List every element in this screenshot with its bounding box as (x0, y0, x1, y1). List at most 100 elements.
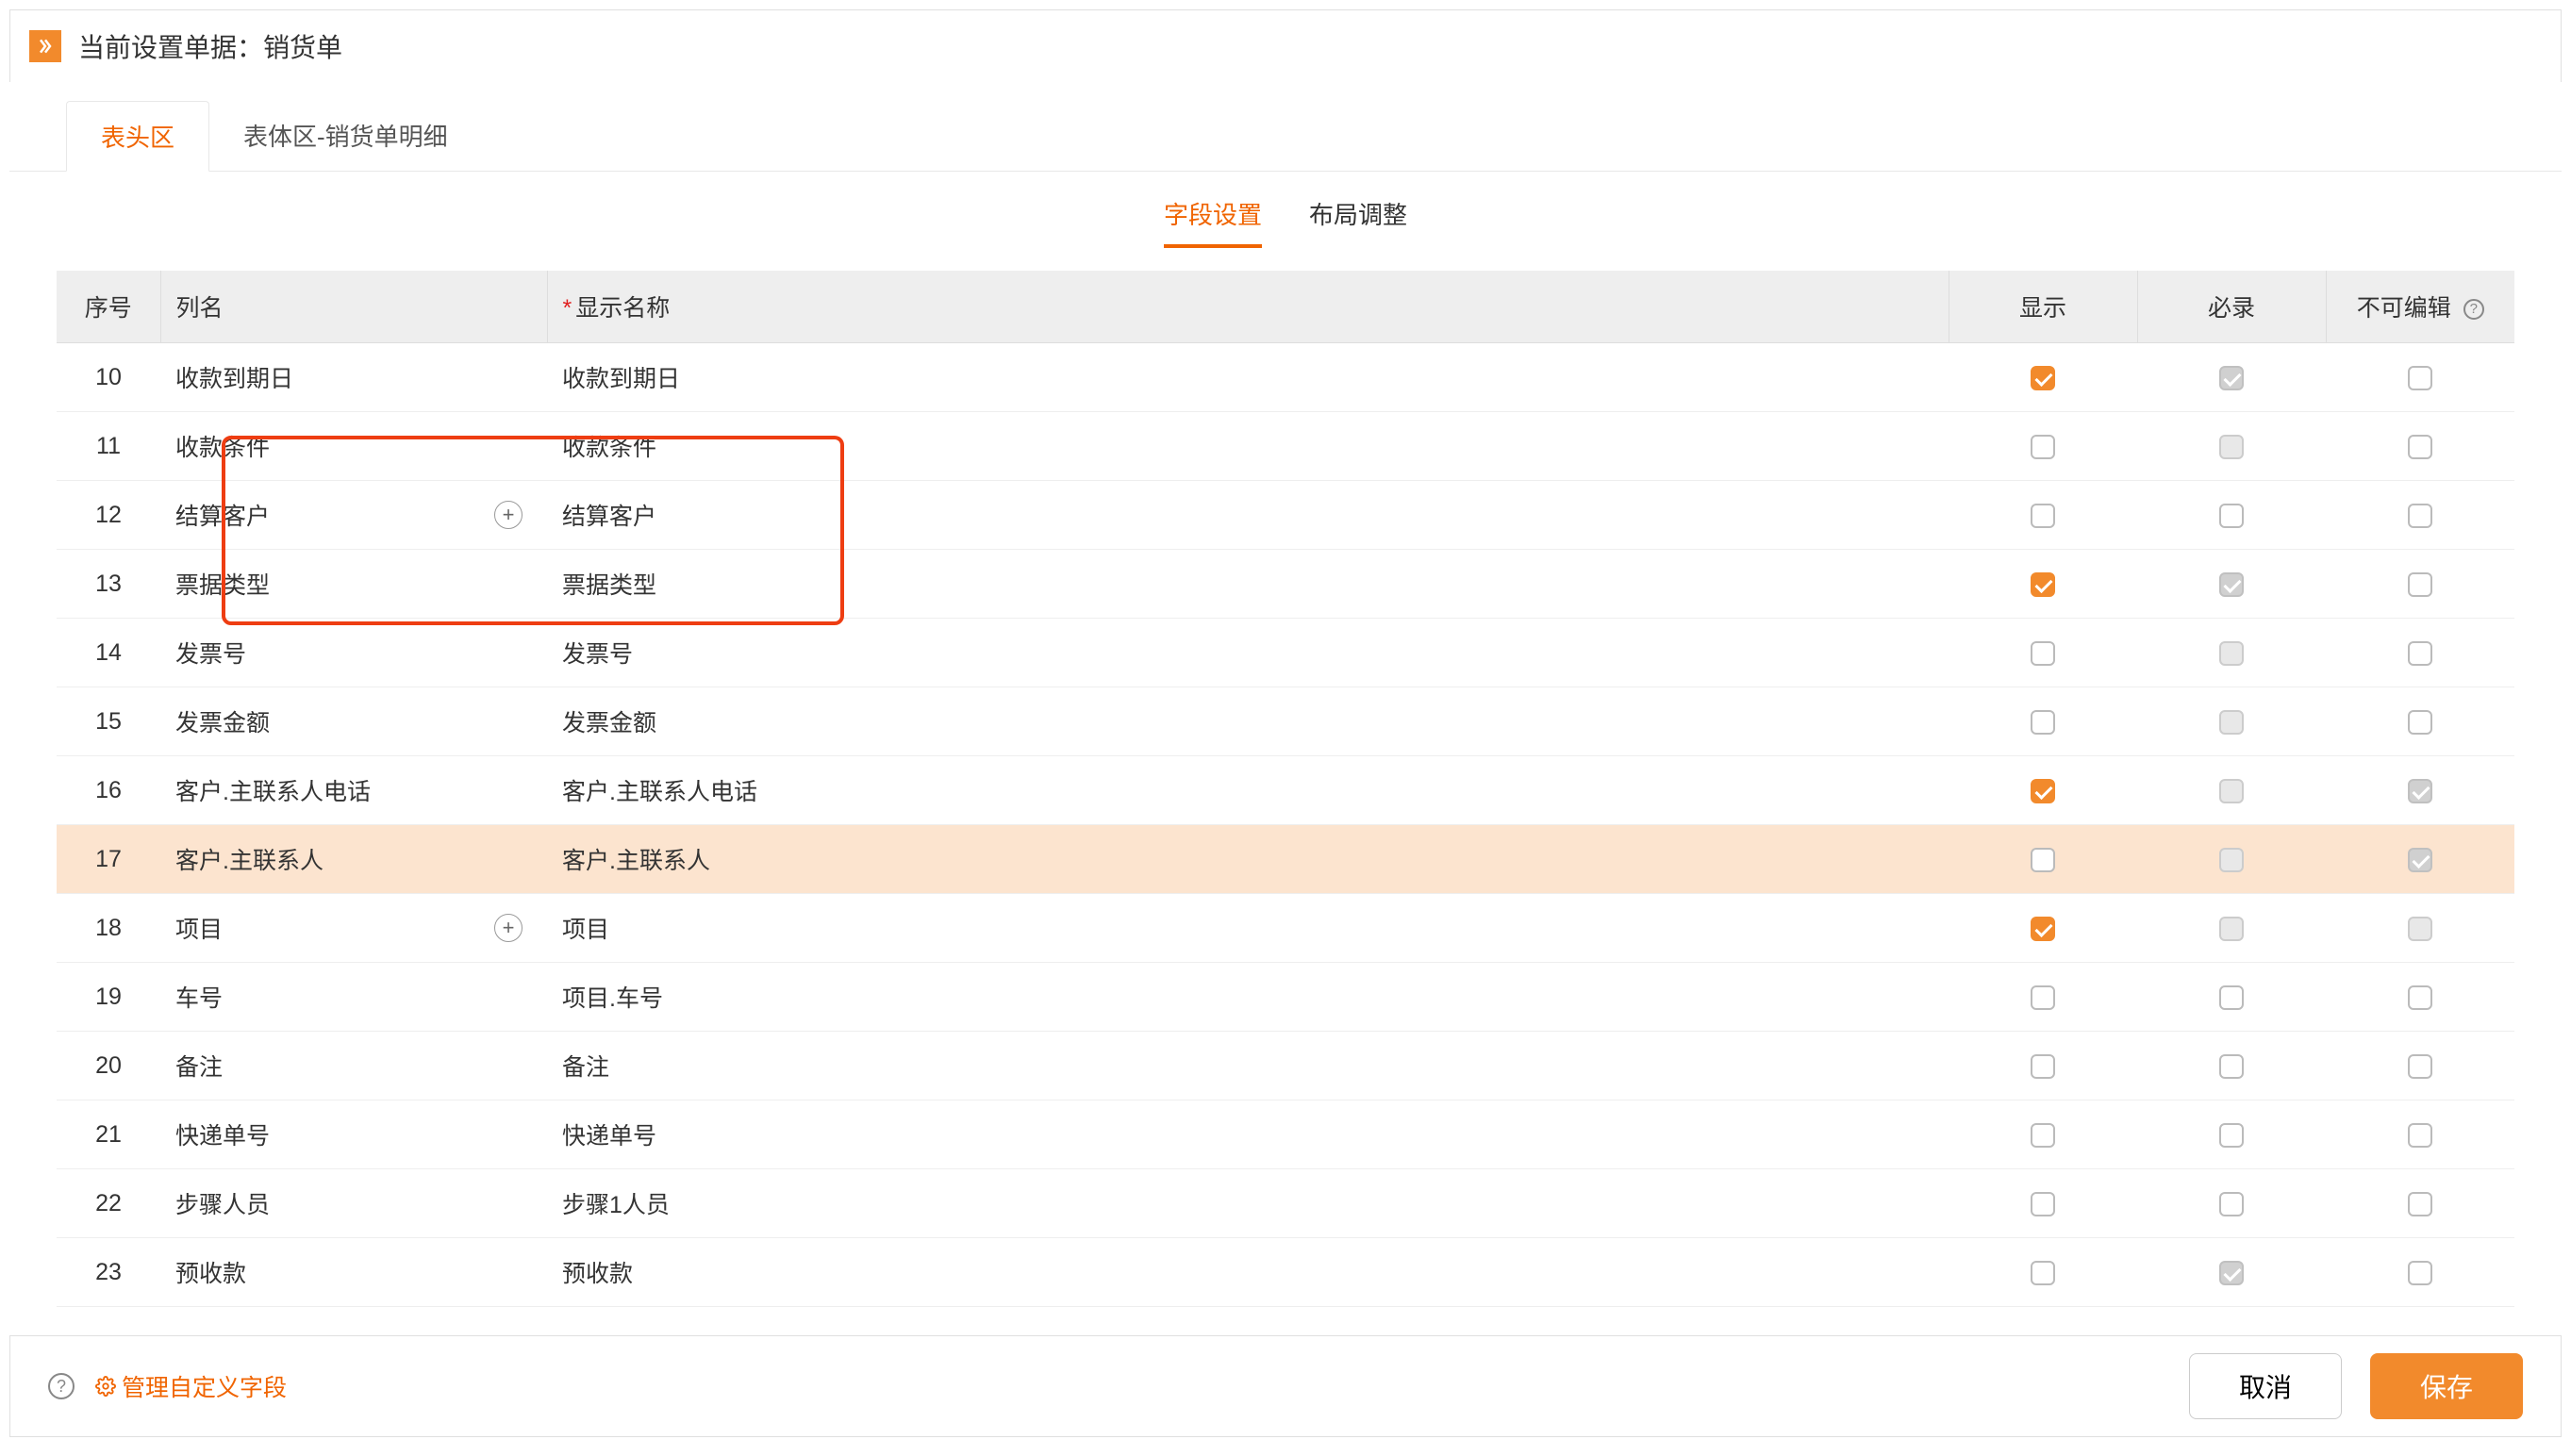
cell-seq: 16 (57, 756, 160, 825)
cell-readonly (2326, 963, 2514, 1032)
plus-icon[interactable]: + (494, 914, 522, 942)
table-row: 21快递单号快递单号 (57, 1100, 2514, 1169)
cell-seq: 14 (57, 619, 160, 687)
checkbox-show[interactable] (2031, 366, 2055, 390)
cell-show (1949, 963, 2137, 1032)
save-button[interactable]: 保存 (2370, 1353, 2523, 1419)
tab-secondary-0[interactable]: 字段设置 (1164, 196, 1262, 248)
checkbox-required[interactable] (2219, 504, 2244, 528)
cell-seq: 20 (57, 1032, 160, 1100)
checkbox-show[interactable] (2031, 985, 2055, 1010)
chevron-right-icon[interactable] (29, 30, 61, 62)
checkbox-readonly[interactable] (2408, 985, 2432, 1010)
cell-show (1949, 619, 2137, 687)
table-row: 18项目+项目 (57, 894, 2514, 963)
checkbox-required[interactable] (2219, 985, 2244, 1010)
table-row: 16客户.主联系人电话客户.主联系人电话 (57, 756, 2514, 825)
cell-readonly (2326, 481, 2514, 550)
cell-display-name[interactable]: 步骤1人员 (547, 1169, 1949, 1238)
cell-show (1949, 1100, 2137, 1169)
checkbox-show[interactable] (2031, 1261, 2055, 1285)
cell-name: 发票金额 (160, 687, 547, 756)
checkbox-readonly[interactable] (2408, 572, 2432, 597)
tab-secondary-1[interactable]: 布局调整 (1309, 196, 1407, 248)
cell-show (1949, 481, 2137, 550)
cell-display-name[interactable]: 收款到期日 (547, 343, 1949, 412)
checkbox-readonly[interactable] (2408, 1192, 2432, 1216)
cell-seq: 15 (57, 687, 160, 756)
checkbox-show[interactable] (2031, 504, 2055, 528)
row-name-label: 收款到期日 (175, 360, 293, 394)
checkbox-show[interactable] (2031, 779, 2055, 803)
cell-readonly (2326, 1100, 2514, 1169)
cell-display-name[interactable]: 客户.主联系人 (547, 825, 1949, 894)
checkbox-readonly[interactable] (2408, 710, 2432, 735)
tab-primary-1[interactable]: 表体区-销货单明细 (209, 101, 482, 171)
cell-name: 收款条件 (160, 412, 547, 481)
cell-show (1949, 1169, 2137, 1238)
cell-display-name[interactable]: 结算客户 (547, 481, 1949, 550)
checkbox-show[interactable] (2031, 917, 2055, 941)
cancel-button[interactable]: 取消 (2189, 1353, 2342, 1419)
table-row: 13票据类型票据类型 (57, 550, 2514, 619)
checkbox-show[interactable] (2031, 1192, 2055, 1216)
plus-icon[interactable]: + (494, 501, 522, 529)
checkbox-show[interactable] (2031, 1123, 2055, 1148)
cell-show (1949, 343, 2137, 412)
checkbox-readonly[interactable] (2408, 366, 2432, 390)
checkbox-show[interactable] (2031, 641, 2055, 666)
cell-show (1949, 1032, 2137, 1100)
th-seq: 序号 (57, 271, 160, 343)
checkbox-show[interactable] (2031, 848, 2055, 872)
cell-display-name[interactable]: 发票金额 (547, 687, 1949, 756)
tab-primary-0[interactable]: 表头区 (66, 101, 209, 172)
table-row: 11收款条件收款条件 (57, 412, 2514, 481)
checkbox-required[interactable] (2219, 1192, 2244, 1216)
checkbox-readonly[interactable] (2408, 504, 2432, 528)
checkbox-required[interactable] (2219, 1054, 2244, 1079)
checkbox-required[interactable] (2219, 1123, 2244, 1148)
cell-display-name[interactable]: 票据类型 (547, 550, 1949, 619)
cell-name: 收款到期日 (160, 343, 547, 412)
cell-readonly (2326, 894, 2514, 963)
cell-name: 客户.主联系人电话 (160, 756, 547, 825)
cell-display-name[interactable]: 发票号 (547, 619, 1949, 687)
table-row: 10收款到期日收款到期日 (57, 343, 2514, 412)
manage-custom-fields-link[interactable]: 管理自定义字段 (95, 1369, 287, 1403)
cell-display-name[interactable]: 项目.车号 (547, 963, 1949, 1032)
th-show: 显示 (1949, 271, 2137, 343)
checkbox-show[interactable] (2031, 435, 2055, 459)
cell-name: 结算客户+ (160, 481, 547, 550)
checkbox-readonly[interactable] (2408, 1054, 2432, 1079)
cell-required (2137, 343, 2326, 412)
help-icon[interactable]: ? (2463, 299, 2484, 320)
cell-required (2137, 1032, 2326, 1100)
row-name-label: 收款条件 (175, 429, 270, 463)
cell-name: 项目+ (160, 894, 547, 963)
cell-name: 票据类型 (160, 550, 547, 619)
checkbox-readonly[interactable] (2408, 1123, 2432, 1148)
cell-display-name[interactable]: 快递单号 (547, 1100, 1949, 1169)
cell-name: 车号 (160, 963, 547, 1032)
checkbox-show[interactable] (2031, 1054, 2055, 1079)
checkbox-readonly[interactable] (2408, 435, 2432, 459)
cell-name: 备注 (160, 1032, 547, 1100)
cell-display-name[interactable]: 项目 (547, 894, 1949, 963)
checkbox-required (2219, 779, 2244, 803)
cell-display-name[interactable]: 备注 (547, 1032, 1949, 1100)
cell-display-name[interactable]: 客户.主联系人电话 (547, 756, 1949, 825)
cell-name: 发票号 (160, 619, 547, 687)
help-icon[interactable]: ? (48, 1373, 75, 1399)
table-row: 14发票号发票号 (57, 619, 2514, 687)
checkbox-readonly[interactable] (2408, 641, 2432, 666)
checkbox-readonly (2408, 848, 2432, 872)
cell-readonly (2326, 825, 2514, 894)
cell-display-name[interactable]: 预收款 (547, 1238, 1949, 1307)
cell-display-name[interactable]: 收款条件 (547, 412, 1949, 481)
cell-required (2137, 1238, 2326, 1307)
checkbox-show[interactable] (2031, 710, 2055, 735)
checkbox-show[interactable] (2031, 572, 2055, 597)
checkbox-readonly[interactable] (2408, 1261, 2432, 1285)
table-row: 17客户.主联系人客户.主联系人 (57, 825, 2514, 894)
checkbox-required (2219, 572, 2244, 597)
